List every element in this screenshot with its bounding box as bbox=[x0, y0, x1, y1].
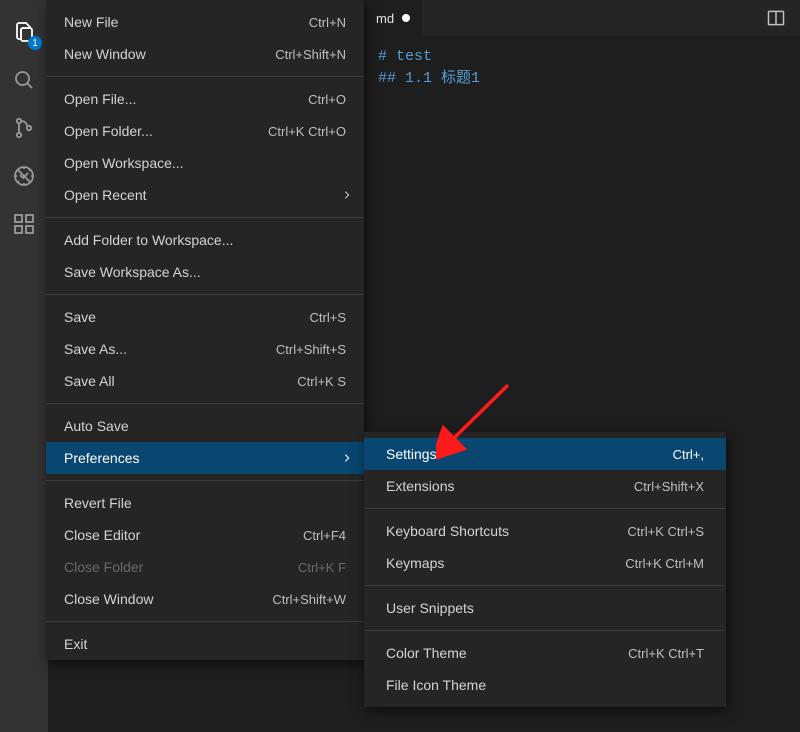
menu-revert-file[interactable]: Revert File bbox=[46, 487, 364, 519]
menu-item-shortcut: Ctrl+Shift+X bbox=[634, 479, 704, 494]
menu-close-folder: Close Folder Ctrl+K F bbox=[46, 551, 364, 583]
menu-item-shortcut: Ctrl+Shift+S bbox=[276, 342, 346, 357]
menu-item-shortcut: Ctrl+S bbox=[310, 310, 346, 325]
menu-open-workspace[interactable]: Open Workspace... bbox=[46, 147, 364, 179]
menu-separator bbox=[46, 76, 364, 77]
menu-item-label: Revert File bbox=[64, 495, 346, 511]
menu-item-shortcut: Ctrl+N bbox=[309, 15, 346, 30]
menu-new-file[interactable]: New File Ctrl+N bbox=[46, 6, 364, 38]
file-menu: New File Ctrl+N New Window Ctrl+Shift+N … bbox=[46, 0, 364, 660]
menu-item-label: Color Theme bbox=[386, 645, 616, 661]
menu-separator bbox=[364, 508, 726, 509]
menu-item-label: User Snippets bbox=[386, 600, 704, 616]
menu-separator bbox=[46, 294, 364, 295]
menu-item-label: Open Recent bbox=[64, 187, 346, 203]
submenu-user-snippets[interactable]: User Snippets bbox=[364, 592, 726, 624]
activity-scm[interactable] bbox=[0, 104, 48, 152]
menu-item-label: Close Window bbox=[64, 591, 272, 607]
menu-separator bbox=[46, 621, 364, 622]
menu-item-shortcut: Ctrl+K Ctrl+S bbox=[627, 524, 704, 539]
extensions-icon bbox=[12, 212, 36, 236]
menu-item-label: Auto Save bbox=[64, 418, 346, 434]
menu-item-label: Close Editor bbox=[64, 527, 303, 543]
menu-item-label: Settings bbox=[386, 446, 661, 462]
menu-item-shortcut: Ctrl+K Ctrl+O bbox=[268, 124, 346, 139]
activity-search[interactable] bbox=[0, 56, 48, 104]
menu-item-label: Open Workspace... bbox=[64, 155, 346, 171]
menu-item-shortcut: Ctrl+K F bbox=[298, 560, 346, 575]
menu-item-shortcut: Ctrl+O bbox=[308, 92, 346, 107]
activity-explorer[interactable]: 1 bbox=[0, 8, 48, 56]
menu-item-label: Open Folder... bbox=[64, 123, 268, 139]
preferences-submenu: Settings Ctrl+, Extensions Ctrl+Shift+X … bbox=[364, 432, 726, 707]
menu-item-label: Save Workspace As... bbox=[64, 264, 346, 280]
tab-filename: md bbox=[376, 11, 394, 26]
menu-save-all[interactable]: Save All Ctrl+K S bbox=[46, 365, 364, 397]
search-icon bbox=[12, 68, 36, 92]
editor-tab[interactable]: md bbox=[364, 0, 422, 36]
menu-auto-save[interactable]: Auto Save bbox=[46, 410, 364, 442]
submenu-keyboard-shortcuts[interactable]: Keyboard Shortcuts Ctrl+K Ctrl+S bbox=[364, 515, 726, 547]
submenu-extensions[interactable]: Extensions Ctrl+Shift+X bbox=[364, 470, 726, 502]
submenu-file-icon-theme[interactable]: File Icon Theme bbox=[364, 669, 726, 701]
menu-item-label: Keymaps bbox=[386, 555, 613, 571]
menu-item-shortcut: Ctrl+K Ctrl+M bbox=[625, 556, 704, 571]
menu-item-label: Close Folder bbox=[64, 559, 298, 575]
tab-dirty-indicator-icon bbox=[402, 14, 410, 22]
menu-item-shortcut: Ctrl+F4 bbox=[303, 528, 346, 543]
menu-item-label: New Window bbox=[64, 46, 275, 62]
menu-separator bbox=[46, 403, 364, 404]
submenu-color-theme[interactable]: Color Theme Ctrl+K Ctrl+T bbox=[364, 637, 726, 669]
menu-exit[interactable]: Exit bbox=[46, 628, 364, 660]
menu-item-label: Save All bbox=[64, 373, 297, 389]
menu-item-label: Extensions bbox=[386, 478, 622, 494]
menu-item-label: Keyboard Shortcuts bbox=[386, 523, 615, 539]
menu-item-label: Exit bbox=[64, 636, 346, 652]
menu-item-shortcut: Ctrl+K S bbox=[297, 374, 346, 389]
menu-separator bbox=[364, 630, 726, 631]
menu-save[interactable]: Save Ctrl+S bbox=[46, 301, 364, 333]
menu-item-shortcut: Ctrl+K Ctrl+T bbox=[628, 646, 704, 661]
menu-item-label: Add Folder to Workspace... bbox=[64, 232, 346, 248]
menu-close-window[interactable]: Close Window Ctrl+Shift+W bbox=[46, 583, 364, 615]
menu-item-label: Preferences bbox=[64, 450, 346, 466]
menu-open-file[interactable]: Open File... Ctrl+O bbox=[46, 83, 364, 115]
menu-add-folder-workspace[interactable]: Add Folder to Workspace... bbox=[46, 224, 364, 256]
editor-line-2: ## 1.1 标题1 bbox=[378, 68, 800, 90]
menu-open-folder[interactable]: Open Folder... Ctrl+K Ctrl+O bbox=[46, 115, 364, 147]
source-control-icon bbox=[12, 116, 36, 140]
submenu-settings[interactable]: Settings Ctrl+, bbox=[364, 438, 726, 470]
menu-item-shortcut: Ctrl+Shift+N bbox=[275, 47, 346, 62]
activity-bar: 1 bbox=[0, 0, 48, 732]
menu-preferences[interactable]: Preferences bbox=[46, 442, 364, 474]
chevron-right-icon bbox=[342, 187, 352, 203]
debug-icon bbox=[12, 164, 36, 188]
menu-open-recent[interactable]: Open Recent bbox=[46, 179, 364, 211]
split-editor-icon[interactable] bbox=[766, 8, 786, 28]
menu-item-label: Open File... bbox=[64, 91, 308, 107]
menu-item-label: File Icon Theme bbox=[386, 677, 704, 693]
menu-item-shortcut: Ctrl+, bbox=[673, 447, 704, 462]
chevron-right-icon bbox=[342, 450, 352, 466]
menu-save-workspace-as[interactable]: Save Workspace As... bbox=[46, 256, 364, 288]
explorer-badge: 1 bbox=[28, 36, 42, 50]
menu-item-shortcut: Ctrl+Shift+W bbox=[272, 592, 346, 607]
activity-extensions[interactable] bbox=[0, 200, 48, 248]
menu-separator bbox=[46, 217, 364, 218]
menu-save-as[interactable]: Save As... Ctrl+Shift+S bbox=[46, 333, 364, 365]
menu-close-editor[interactable]: Close Editor Ctrl+F4 bbox=[46, 519, 364, 551]
editor-actions bbox=[766, 8, 800, 28]
menu-new-window[interactable]: New Window Ctrl+Shift+N bbox=[46, 38, 364, 70]
menu-item-label: Save As... bbox=[64, 341, 276, 357]
menu-item-label: New File bbox=[64, 14, 309, 30]
activity-debug[interactable] bbox=[0, 152, 48, 200]
menu-separator bbox=[46, 480, 364, 481]
editor-line-1: # test bbox=[378, 46, 800, 68]
menu-separator bbox=[364, 585, 726, 586]
submenu-keymaps[interactable]: Keymaps Ctrl+K Ctrl+M bbox=[364, 547, 726, 579]
menu-item-label: Save bbox=[64, 309, 310, 325]
